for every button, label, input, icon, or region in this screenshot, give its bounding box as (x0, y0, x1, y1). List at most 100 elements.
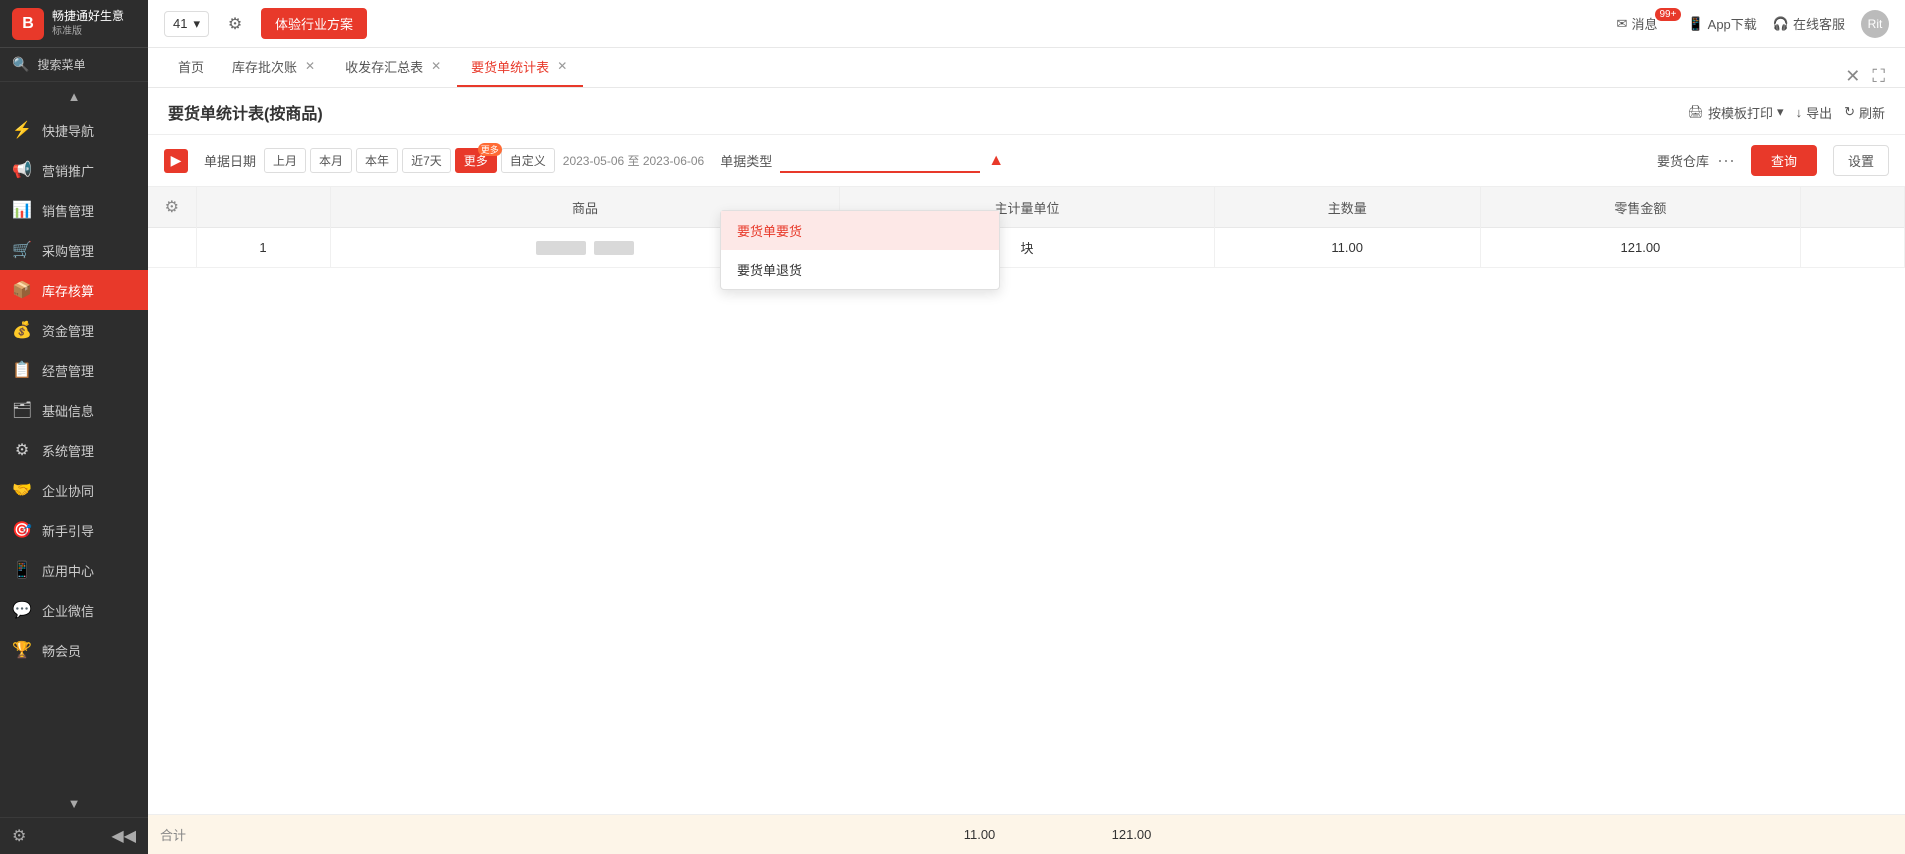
print-icon: 🖨 (1688, 104, 1705, 120)
date-btn-more[interactable]: 更多 更多 (455, 148, 497, 173)
online-service-btn[interactable]: 🎧 在线客服 (1773, 14, 1845, 33)
date-btn-custom[interactable]: 自定义 (501, 148, 555, 173)
tab-inventory-batch[interactable]: 库存批次账 ✕ (218, 47, 331, 87)
sidebar-item-wechat[interactable]: 💬 企业微信 (0, 590, 148, 630)
refresh-btn[interactable]: ↻ 刷新 (1844, 103, 1885, 122)
sidebar: B 畅捷通好生意 标准版 🔍 搜索菜单 ▲ ⚡ 快捷导航 📢 营销推广 📊 销售… (0, 0, 148, 854)
sidebar-item-label: 资金管理 (42, 321, 94, 340)
sidebar-item-finance[interactable]: 💰 资金管理 (0, 310, 148, 350)
date-btn-prev-month[interactable]: 上月 (264, 148, 306, 173)
sidebar-scroll-down[interactable]: ▼ (0, 789, 148, 817)
tab-collect-summary-close[interactable]: ✕ (429, 59, 443, 73)
table-row: 1 块 11.00 121.00 (148, 228, 1905, 268)
product-placeholder-1 (536, 241, 586, 255)
col-settings-icon[interactable]: ⚙ (165, 199, 179, 216)
sidebar-item-label: 企业协同 (42, 481, 94, 500)
more-badge: 更多 (478, 143, 502, 156)
sidebar-item-member[interactable]: 🏆 畅会员 (0, 630, 148, 670)
sidebar-scroll-up[interactable]: ▲ (0, 82, 148, 110)
purchase-icon: 🛒 (12, 240, 32, 260)
store-selector[interactable]: 41 ▾ (164, 11, 209, 37)
sidebar-item-sales[interactable]: 📊 销售管理 (0, 190, 148, 230)
user-avatar-btn[interactable]: Rit (1861, 10, 1889, 38)
table-header-row: ⚙ 商品 主计量单位 主数量 零售金额 (148, 187, 1905, 228)
sidebar-item-base[interactable]: 🗂 基础信息 (0, 390, 148, 430)
type-filter-label: 单据类型 (720, 151, 772, 170)
sidebar-bottom: ⚙ ◀◀ (0, 817, 148, 854)
app-download-label: App下载 (1708, 14, 1757, 33)
row-index-cell: 1 (196, 228, 330, 268)
tab-home[interactable]: 首页 (164, 47, 218, 87)
app-download-btn[interactable]: 📱 App下载 (1687, 14, 1756, 33)
message-btn[interactable]: ✉ 消息 99+ (1617, 14, 1672, 33)
collapse-sidebar-btn[interactable]: ◀◀ (111, 826, 136, 846)
trial-btn[interactable]: 体验行业方案 (261, 8, 367, 39)
sidebar-search-label: 搜索菜单 (37, 56, 85, 73)
warehouse-more-btn[interactable]: ··· (1717, 150, 1735, 171)
warehouse-filter-label: 要货仓库 (1657, 151, 1709, 170)
col-index-header (196, 187, 330, 228)
topbar-gear-btn[interactable]: ⚙ (221, 10, 249, 38)
type-filter-input[interactable] (780, 148, 980, 173)
inventory-icon: 📦 (12, 280, 32, 300)
sidebar-item-inventory[interactable]: 📦 库存核算 (0, 270, 148, 310)
tab-collect-summary[interactable]: 收发存汇总表 ✕ (331, 47, 457, 87)
message-icon: ✉ (1617, 16, 1628, 32)
export-btn[interactable]: ↓ 导出 (1796, 103, 1833, 122)
logo-icon: B (12, 8, 44, 40)
sidebar-item-label: 库存核算 (42, 281, 94, 300)
date-btn-year[interactable]: 本年 (356, 148, 398, 173)
print-btn[interactable]: 🖨 按模板打印 ▾ (1688, 103, 1784, 122)
mobile-icon: 📱 (1687, 16, 1703, 32)
tabbar: 首页 库存批次账 ✕ 收发存汇总表 ✕ 要货单统计表 ✕ ✕ ⛶ (148, 48, 1905, 88)
sidebar-item-label: 系统管理 (42, 441, 94, 460)
sidebar-item-purchase[interactable]: 🛒 采购管理 (0, 230, 148, 270)
refresh-icon: ↻ (1844, 104, 1855, 120)
table-area: ⚙ 商品 主计量单位 主数量 零售金额 1 (148, 187, 1905, 814)
expand-filter-btn[interactable]: ▶ (164, 149, 188, 173)
settings-bottom-btn[interactable]: ⚙ (12, 826, 26, 846)
header-actions: 🖨 按模板打印 ▾ ↓ 导出 ↻ 刷新 (1688, 103, 1886, 122)
tab-inventory-batch-close[interactable]: ✕ (303, 59, 317, 73)
topbar-left: 41 ▾ ⚙ 体验行业方案 (164, 8, 1617, 39)
dropdown-item-return[interactable]: 要货单退货 (721, 250, 999, 289)
tab-expand-btn[interactable]: ⛶ (1868, 66, 1889, 87)
wechat-icon: 💬 (12, 600, 32, 620)
topbar-right: ✉ 消息 99+ 📱 App下载 🎧 在线客服 Rit (1617, 10, 1889, 38)
page-title: 要货单统计表(按商品) (168, 100, 323, 124)
sidebar-item-appcenter[interactable]: 📱 应用中心 (0, 550, 148, 590)
print-chevron-icon: ▾ (1777, 104, 1784, 120)
tab-requisition-stat[interactable]: 要货单统计表 ✕ (457, 47, 583, 87)
sidebar-logo: B 畅捷通好生意 标准版 (0, 0, 148, 48)
sidebar-item-label: 基础信息 (42, 401, 94, 420)
dropdown-item-requisition[interactable]: 要货单要货 (721, 211, 999, 250)
avatar: Rit (1861, 10, 1889, 38)
sidebar-search[interactable]: 🔍 搜索菜单 (0, 48, 148, 82)
tab-requisition-stat-close[interactable]: ✕ (555, 59, 569, 73)
query-btn[interactable]: 查询 (1751, 145, 1817, 176)
page-header: 要货单统计表(按商品) 🖨 按模板打印 ▾ ↓ 导出 ↻ 刷新 (148, 88, 1905, 135)
tab-inventory-batch-label: 库存批次账 (232, 57, 297, 76)
sidebar-item-guide[interactable]: 🎯 新手引导 (0, 510, 148, 550)
tab-end-btns: ✕ ⛶ (1841, 66, 1889, 87)
date-btn-week[interactable]: 近7天 (402, 148, 451, 173)
tab-close-all-btn[interactable]: ✕ (1841, 66, 1864, 87)
sidebar-item-operation[interactable]: 📋 经营管理 (0, 350, 148, 390)
sidebar-item-label: 新手引导 (42, 521, 94, 540)
sidebar-item-system[interactable]: ⚙ 系统管理 (0, 430, 148, 470)
print-label: 按模板打印 (1708, 103, 1773, 122)
chevron-down-icon: ▾ (193, 16, 200, 32)
filter-settings-btn[interactable]: 设置 (1833, 145, 1889, 176)
store-number: 41 (173, 16, 187, 31)
sidebar-item-marketing[interactable]: 📢 营销推广 (0, 150, 148, 190)
sidebar-item-quick-nav[interactable]: ⚡ 快捷导航 (0, 110, 148, 150)
row-quantity-cell: 11.00 (1214, 228, 1480, 268)
tab-collect-summary-label: 收发存汇总表 (345, 57, 423, 76)
row-amount-cell: 121.00 (1480, 228, 1800, 268)
search-icon: 🔍 (12, 56, 29, 73)
type-chevron-icon[interactable]: ▲ (988, 152, 1004, 170)
base-icon: 🗂 (12, 400, 32, 420)
date-btn-curr-month[interactable]: 本月 (310, 148, 352, 173)
date-filter-label: 单据日期 (204, 151, 256, 170)
sidebar-item-enterprise[interactable]: 🤝 企业协同 (0, 470, 148, 510)
